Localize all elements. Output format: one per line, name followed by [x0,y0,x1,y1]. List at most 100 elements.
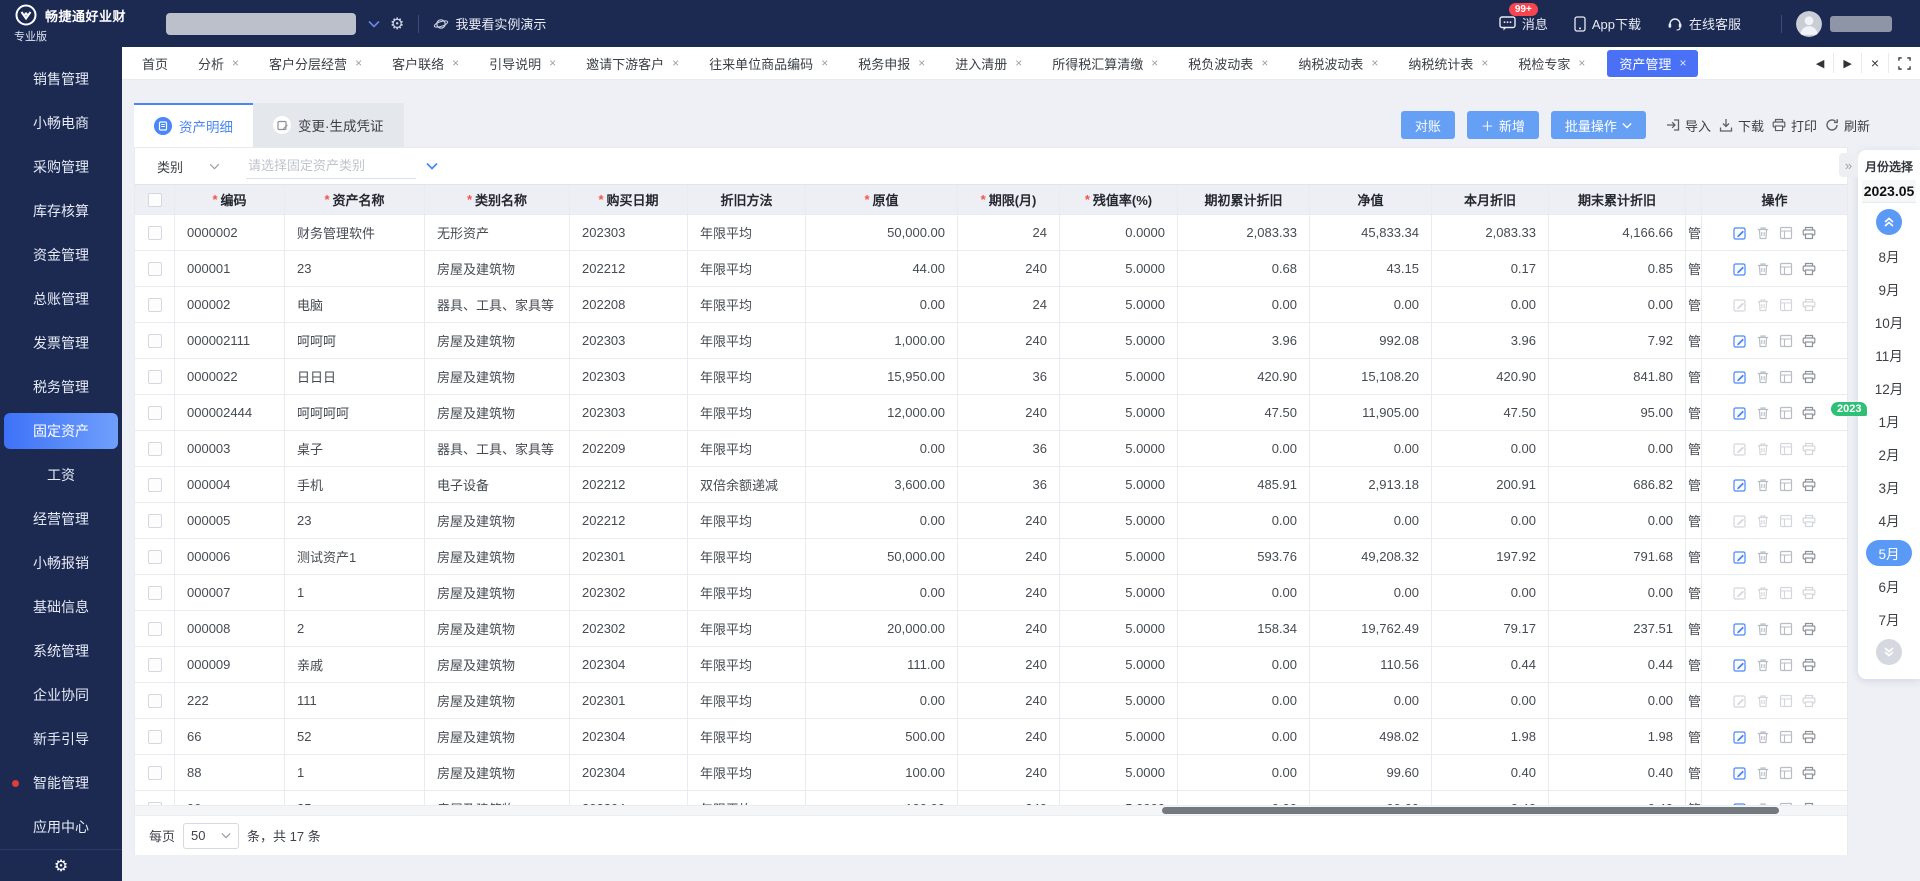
edit-icon[interactable] [1733,406,1747,420]
edit-icon[interactable] [1733,622,1747,636]
edit-icon[interactable] [1733,478,1747,492]
select-all-checkbox[interactable] [147,192,162,207]
download-button[interactable]: 下载 [1719,116,1764,135]
asset-category-picker[interactable] [246,153,438,179]
edit-icon[interactable] [1733,370,1747,384]
row-checkbox[interactable] [147,405,162,420]
trash-icon[interactable] [1756,622,1770,636]
sidebar-item-应用中心[interactable]: 应用中心 [0,805,122,849]
month-item-1月[interactable]: 1月 [1858,404,1920,437]
tab-close-icon[interactable]: × [452,56,459,70]
edit-icon[interactable] [1733,334,1747,348]
month-item-6月[interactable]: 6月 [1858,569,1920,602]
sidebar-item-工资[interactable]: 工资 [0,453,122,497]
back-icon[interactable]: ◀ [1807,53,1833,73]
voucher-icon[interactable] [1779,766,1793,780]
trash-icon[interactable] [1756,658,1770,672]
import-button[interactable]: 导入 [1666,116,1711,135]
fullscreen-icon[interactable] [1888,53,1920,73]
edit-icon[interactable] [1733,262,1747,276]
print-icon[interactable] [1802,370,1816,384]
company-name-redacted[interactable] [166,12,356,35]
trash-icon[interactable] [1756,730,1770,744]
username-redacted[interactable] [1830,15,1892,32]
month-item-12月[interactable]: 12月 [1858,371,1920,404]
row-checkbox[interactable] [147,693,162,708]
edit-icon[interactable] [1733,226,1747,240]
subtab-变更·生成凭证[interactable]: 变更·生成凭证 [253,103,404,147]
sidebar-item-企业协同[interactable]: 企业协同 [0,673,122,717]
dbl-chevron-up-icon[interactable] [1876,209,1902,235]
month-item-7月[interactable]: 7月 [1858,602,1920,635]
online-service-button[interactable]: 在线客服 [1667,14,1741,33]
voucher-icon[interactable] [1779,226,1793,240]
tab-close-icon[interactable]: × [549,56,556,70]
demo-link[interactable]: 我要看实例演示 [455,14,546,33]
voucher-icon[interactable] [1779,406,1793,420]
sidebar-item-税务管理[interactable]: 税务管理 [0,365,122,409]
row-checkbox[interactable] [147,333,162,348]
tab-引导说明[interactable]: 引导说明 × [481,50,564,77]
forward-icon[interactable]: ▶ [1833,53,1860,73]
scrollbar-thumb[interactable] [1162,807,1779,814]
voucher-icon[interactable] [1779,478,1793,492]
print-icon[interactable] [1802,622,1816,636]
subtab-资产明细[interactable]: 资产明细 [134,103,253,147]
sidebar-item-基础信息[interactable]: 基础信息 [0,585,122,629]
voucher-icon[interactable] [1779,622,1793,636]
row-checkbox[interactable] [147,513,162,528]
messages-button[interactable]: 99+ 消息 [1499,3,1548,33]
chevron-down-icon[interactable] [368,20,380,28]
print-icon[interactable] [1802,406,1816,420]
tab-纳税统计表[interactable]: 纳税统计表 × [1400,50,1496,77]
tab-close-icon[interactable]: × [1151,56,1158,70]
print-icon[interactable] [1802,550,1816,564]
month-item-3月[interactable]: 3月 [1858,470,1920,503]
row-checkbox[interactable] [147,585,162,600]
trash-icon[interactable] [1756,370,1770,384]
batch-actions-button[interactable]: 批量操作 [1550,111,1646,139]
row-checkbox[interactable] [147,765,162,780]
row-checkbox[interactable] [147,729,162,744]
row-checkbox[interactable] [147,369,162,384]
voucher-icon[interactable] [1779,262,1793,276]
tab-首页[interactable]: 首页 [134,50,176,77]
tab-往来单位商品编码[interactable]: 往来单位商品编码 × [701,50,836,77]
sidebar-item-销售管理[interactable]: 销售管理 [0,57,122,101]
category-select[interactable]: 类别 [157,157,220,176]
tab-close-icon[interactable]: × [1371,56,1378,70]
row-checkbox[interactable] [147,621,162,636]
tab-close-icon[interactable]: × [1578,56,1585,70]
tab-close-icon[interactable]: × [355,56,362,70]
sidebar-item-采购管理[interactable]: 采购管理 [0,145,122,189]
tab-close-icon[interactable]: × [1481,56,1488,70]
edit-icon[interactable] [1733,550,1747,564]
row-checkbox[interactable] [147,477,162,492]
voucher-icon[interactable] [1779,730,1793,744]
month-item-8月[interactable]: 8月 [1858,239,1920,272]
print-icon[interactable] [1802,478,1816,492]
print-button[interactable]: 打印 [1772,116,1817,135]
tab-邀请下游客户[interactable]: 邀请下游客户 × [578,50,687,77]
close-all-icon[interactable]: × [1860,53,1888,73]
tab-税务申报[interactable]: 税务申报 × [850,50,933,77]
trash-icon[interactable] [1756,478,1770,492]
tab-分析[interactable]: 分析 × [190,50,247,77]
row-checkbox[interactable] [147,441,162,456]
tab-close-icon[interactable]: × [1679,56,1686,70]
per-page-select[interactable]: 50 [183,822,240,849]
print-icon[interactable] [1802,766,1816,780]
voucher-icon[interactable] [1779,370,1793,384]
row-checkbox[interactable] [147,225,162,240]
tab-所得税汇算清缴[interactable]: 所得税汇算清缴 × [1044,50,1166,77]
trash-icon[interactable] [1756,766,1770,780]
tab-close-icon[interactable]: × [1261,56,1268,70]
month-item-9月[interactable]: 9月 [1858,272,1920,305]
edit-icon[interactable] [1733,766,1747,780]
collapse-icon[interactable]: » [1839,153,1858,177]
month-item-2月[interactable]: 2月 [1858,437,1920,470]
sidebar-item-系统管理[interactable]: 系统管理 [0,629,122,673]
tab-税负波动表[interactable]: 税负波动表 × [1180,50,1276,77]
tab-资产管理[interactable]: 资产管理 × [1607,49,1699,77]
sidebar-item-库存核算[interactable]: 库存核算 [0,189,122,233]
